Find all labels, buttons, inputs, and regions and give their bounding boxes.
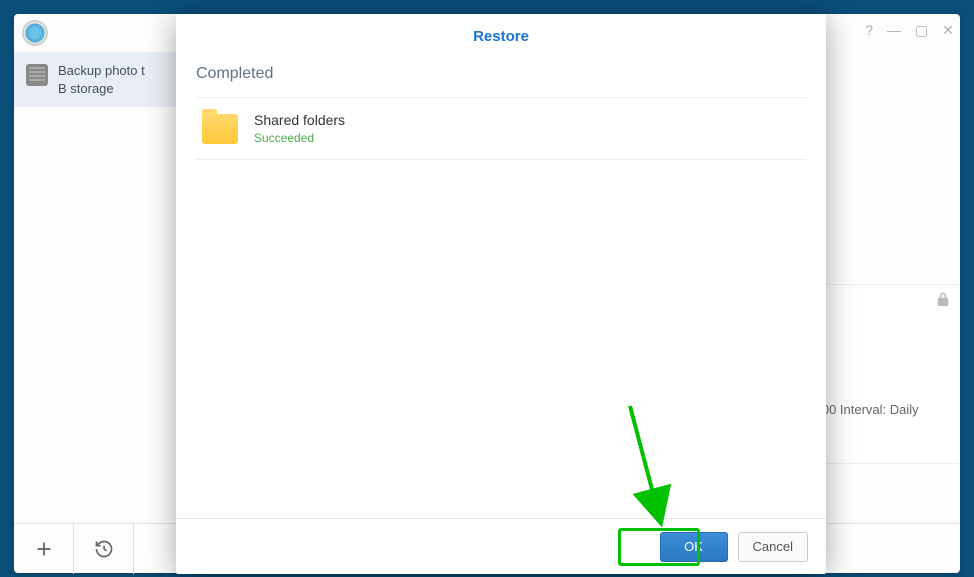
dialog-body: Completed Shared folders Succeeded — [176, 55, 826, 518]
task-icon — [26, 64, 48, 86]
help-button[interactable]: ? — [865, 22, 873, 39]
result-name: Shared folders — [254, 112, 345, 128]
add-task-button[interactable] — [14, 524, 74, 574]
sidebar: Backup photo t B storage — [14, 52, 186, 521]
section-title: Completed — [196, 59, 806, 98]
result-status: Succeeded — [254, 131, 345, 145]
lock-icon — [934, 291, 952, 314]
schedule-text: 3:00 Interval: Daily — [811, 402, 919, 417]
close-button[interactable]: ✕ — [942, 22, 954, 39]
restore-dialog: Restore Completed Shared folders Succeed… — [176, 14, 826, 574]
app-icon — [22, 20, 48, 46]
maximize-button[interactable]: ▢ — [915, 22, 928, 39]
result-row: Shared folders Succeeded — [196, 98, 806, 160]
ok-button[interactable]: OK — [660, 532, 728, 562]
dialog-footer: OK Cancel — [176, 518, 826, 574]
minimize-button[interactable]: — — [887, 22, 901, 39]
cancel-button[interactable]: Cancel — [738, 532, 808, 562]
dialog-title: Restore — [176, 14, 826, 55]
history-button[interactable] — [74, 524, 134, 574]
window-controls: ? — ▢ ✕ — [865, 22, 954, 39]
sidebar-item-backup-task[interactable]: Backup photo t B storage — [14, 52, 185, 107]
sidebar-item-label: Backup photo t B storage — [58, 62, 145, 97]
folder-icon — [202, 114, 238, 144]
